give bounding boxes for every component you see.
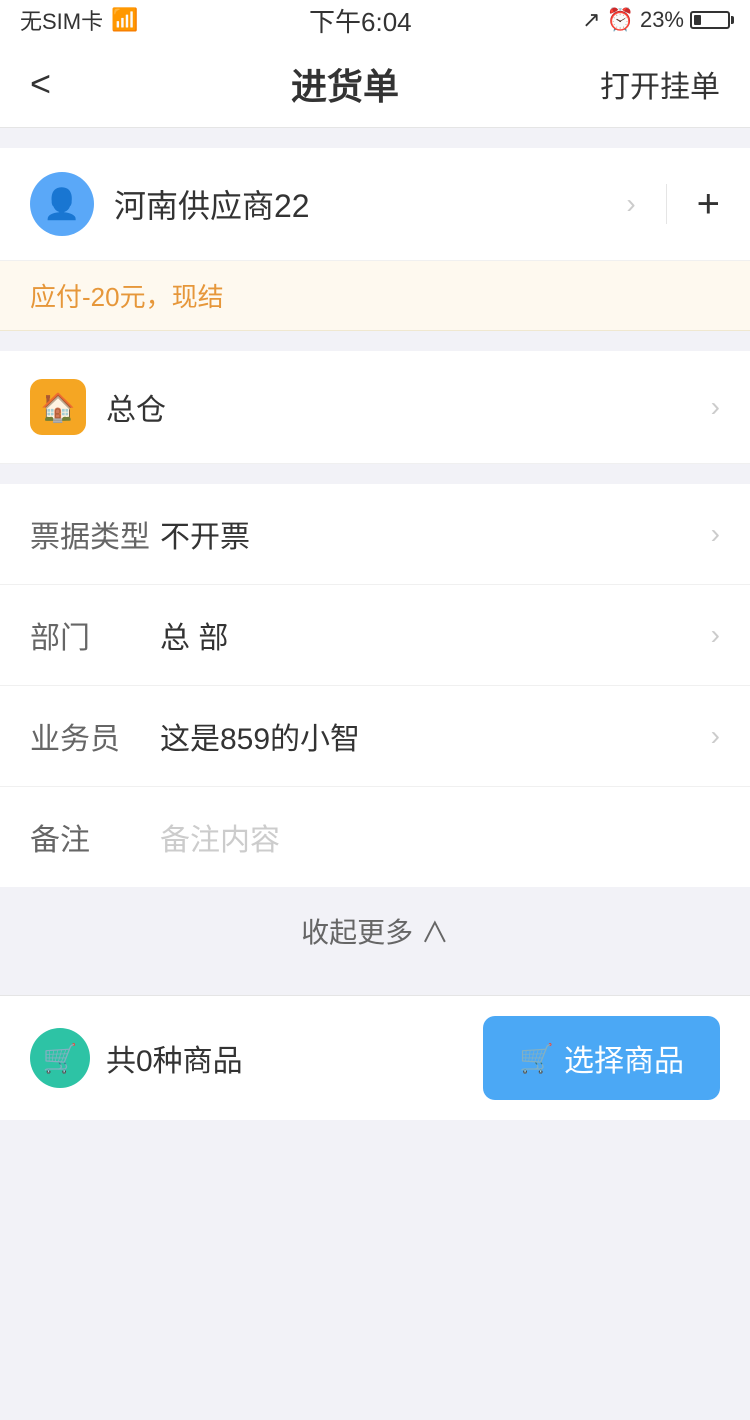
supplier-avatar: 👤 [30, 172, 94, 236]
section-gap-3 [0, 464, 750, 484]
department-chevron-icon: › [711, 619, 720, 651]
bottom-bar: 🛒 共0种商品 🛒 选择商品 [0, 995, 750, 1120]
department-value: 总 部 [160, 613, 701, 657]
remark-row[interactable]: 备注 备注内容 [0, 787, 750, 887]
alarm-icon: ⏰ [607, 7, 634, 33]
location-icon: ↗ [582, 7, 600, 33]
department-label: 部门 [30, 613, 160, 657]
warehouse-name: 总仓 [106, 385, 711, 429]
battery-icon [690, 11, 730, 29]
salesman-chevron-icon: › [711, 720, 720, 752]
status-time: 下午6:04 [309, 2, 412, 39]
invoice-type-row[interactable]: 票据类型 不开票 › [0, 484, 750, 585]
section-gap-4 [0, 975, 750, 995]
carrier-text: 无SIM卡 [20, 4, 103, 36]
warehouse-row[interactable]: 🏠 总仓 › [0, 351, 750, 464]
salesman-label: 业务员 [30, 714, 160, 758]
notice-text: 应付-20元，现结 [30, 282, 224, 312]
page-title: 进货单 [291, 58, 399, 110]
select-product-icon: 🛒 [519, 1042, 554, 1075]
status-right: ↗ ⏰ 23% [582, 7, 730, 33]
add-supplier-button[interactable]: + [697, 182, 720, 227]
status-bar: 无SIM卡 📶 下午6:04 ↗ ⏰ 23% [0, 0, 750, 40]
section-gap-2 [0, 331, 750, 351]
invoice-type-value: 不开票 [160, 512, 701, 556]
supplier-name: 河南供应商22 [114, 181, 626, 227]
warehouse-card: 🏠 总仓 › [0, 351, 750, 464]
collapse-section: 收起更多 ∧ [0, 887, 750, 975]
select-product-label: 选择商品 [564, 1036, 684, 1080]
vertical-divider [666, 184, 667, 224]
form-card: 票据类型 不开票 › 部门 总 部 › 业务员 这是859的小智 › 备注 备注… [0, 484, 750, 887]
battery-percent: 23% [640, 7, 684, 33]
battery-fill [694, 15, 701, 25]
collapse-button[interactable]: 收起更多 ∧ [301, 917, 449, 948]
select-product-button[interactable]: 🛒 选择商品 [483, 1016, 720, 1100]
wifi-icon: 📶 [111, 7, 138, 33]
product-icon: 🛒 [30, 1028, 90, 1088]
remark-value[interactable]: 备注内容 [160, 815, 720, 859]
cart-icon: 🛒 [43, 1042, 78, 1075]
status-left: 无SIM卡 📶 [20, 4, 139, 36]
remark-label: 备注 [30, 815, 160, 859]
supplier-card: 👤 河南供应商22 › + 应付-20元，现结 [0, 148, 750, 331]
section-gap-1 [0, 128, 750, 148]
avatar-icon: 👤 [43, 187, 80, 222]
warehouse-icon: 🏠 [30, 379, 86, 435]
salesman-value: 这是859的小智 [160, 714, 701, 758]
empty-space [0, 1120, 750, 1420]
warehouse-chevron-icon: › [711, 391, 720, 423]
nav-bar: < 进货单 打开挂单 [0, 40, 750, 128]
back-button[interactable]: < [30, 63, 90, 105]
open-pending-button[interactable]: 打开挂单 [600, 62, 720, 106]
invoice-type-label: 票据类型 [30, 512, 160, 556]
department-row[interactable]: 部门 总 部 › [0, 585, 750, 686]
salesman-row[interactable]: 业务员 这是859的小智 › [0, 686, 750, 787]
invoice-type-chevron-icon: › [711, 518, 720, 550]
supplier-row[interactable]: 👤 河南供应商22 › + [0, 148, 750, 261]
supplier-chevron-icon: › [626, 188, 635, 220]
notice-banner: 应付-20元，现结 [0, 261, 750, 331]
product-count: 共0种商品 [106, 1036, 483, 1080]
